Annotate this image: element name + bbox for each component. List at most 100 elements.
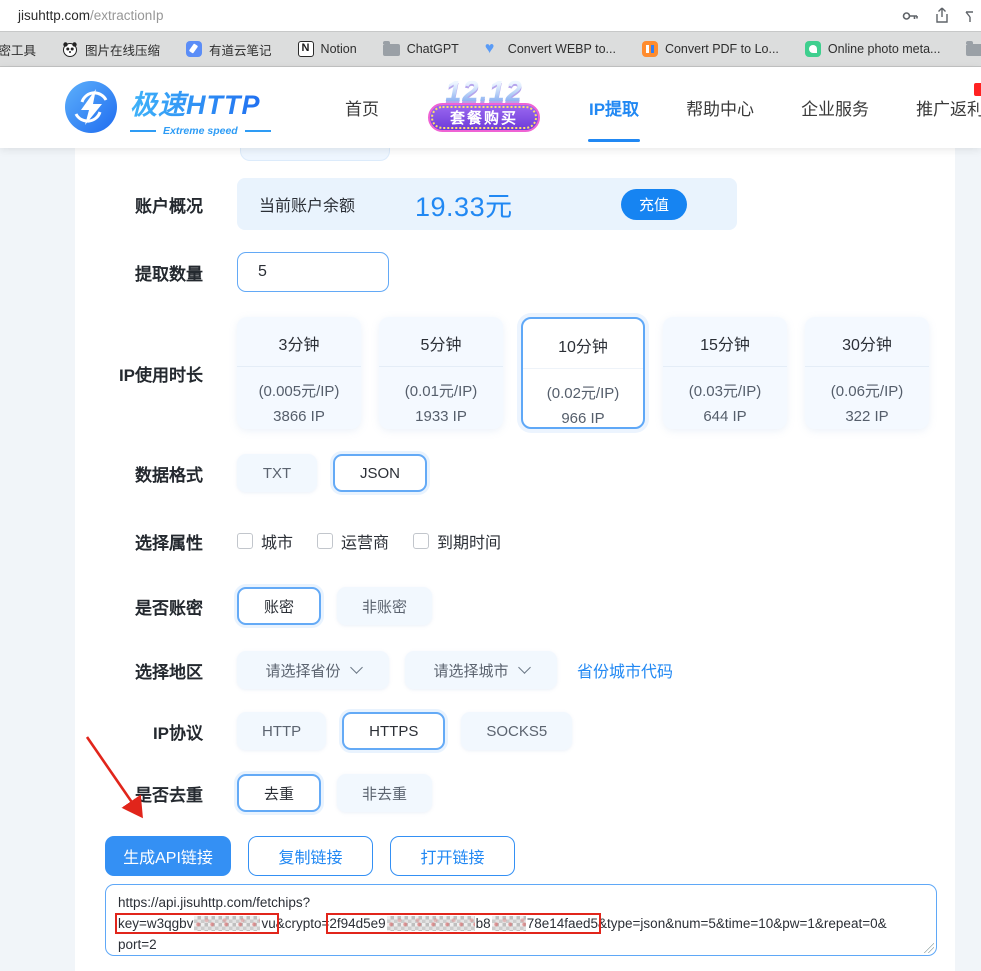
protocol-row: IP协议 HTTP HTTPS SOCKS5 (75, 711, 975, 751)
attributes-label: 选择属性 (135, 533, 203, 553)
auth-option-no-credentials[interactable]: 非账密 (337, 587, 433, 625)
folder-icon (382, 41, 400, 56)
dedupe-option-yes-selected[interactable]: 去重 (237, 774, 322, 812)
protocol-label: IP协议 (152, 723, 203, 743)
nav-referral[interactable]: 推广返利 (916, 95, 981, 120)
recharge-button[interactable]: 充值 (621, 188, 687, 220)
auth-label: 是否账密 (135, 598, 203, 618)
checkbox-icon (237, 533, 253, 549)
photo-meta-icon (804, 41, 821, 57)
copy-link-button[interactable]: 复制链接 (248, 836, 373, 876)
auth-option-credentials-selected[interactable]: 账密 (237, 587, 322, 625)
promo-date: 12.12 (445, 75, 523, 108)
format-option-json-selected[interactable]: JSON (333, 454, 428, 492)
account-row: 账户概况 当前账户余额 19.33元 充值 (75, 178, 975, 230)
bookmark-label: 加密工具 (0, 43, 37, 58)
clipped-field-above (240, 148, 390, 161)
censored-crypto-segment (491, 916, 526, 931)
duration-option-5min[interactable]: 5分钟 (0.01元/IP) 1933 IP (379, 317, 503, 429)
bookmark-item[interactable]: ChatGPT (382, 41, 459, 56)
bookmark-label: Convert WEBP to... (507, 42, 616, 56)
duration-option-10min-selected[interactable]: 10分钟 (0.02元/IP) 966 IP (521, 317, 645, 429)
protocol-option-http[interactable]: HTTP (237, 712, 327, 750)
province-city-code-link[interactable]: 省份城市代码 (577, 658, 673, 682)
redacted-crypto-highlight: 2f94d5e9 b8 78e14faed5 (326, 913, 602, 934)
panda-icon (62, 41, 78, 57)
bookmark-item[interactable]: Convert PDF to Lo... (641, 41, 779, 57)
checkbox-icon (413, 533, 430, 549)
chevron-down-icon (517, 661, 531, 674)
nav-ip-extract[interactable]: IP提取 (589, 95, 639, 120)
clipped-toolbar-icon[interactable] (965, 9, 973, 23)
province-select[interactable]: 请选择省份 (237, 651, 389, 689)
logo-lightning-icon (62, 78, 120, 141)
account-panel: 当前账户余额 19.33元 充值 (237, 178, 737, 230)
bookmark-item[interactable]: Convert WEBP to... (485, 41, 616, 57)
region-label: 选择地区 (135, 662, 203, 682)
bookmark-item[interactable]: 加密工具 (0, 40, 36, 59)
nav-help-center[interactable]: 帮助中心 (686, 95, 754, 120)
generate-api-link-button[interactable]: 生成API链接 (105, 836, 231, 876)
main-nav: 首页 12.12 套餐购买 IP提取 帮助中心 企业服务 推广返利 (345, 67, 981, 148)
resize-handle[interactable] (924, 943, 934, 953)
dedupe-option-no[interactable]: 非去重 (337, 774, 433, 812)
nav-home[interactable]: 首页 (345, 95, 379, 120)
duration-option-15min[interactable]: 15分钟 (0.03元/IP) 644 IP (663, 317, 787, 429)
api-url-output[interactable]: https://api.jisuhttp.com/fetchips? key=w… (105, 884, 937, 956)
balance-label: 当前账户余额 (259, 198, 356, 215)
auth-row: 是否账密 账密 非账密 (75, 586, 975, 626)
attribute-checkbox-expiry[interactable]: 到期时间 (413, 529, 501, 553)
pdf-converter-icon (641, 41, 658, 57)
account-label: 账户概况 (135, 196, 203, 216)
actions-row: 生成API链接 复制链接 打开链接 (105, 836, 981, 876)
format-label: 数据格式 (135, 465, 203, 485)
logo-subtitle: Extreme speed (130, 125, 271, 137)
logo-title: 极速HTTP (130, 83, 271, 122)
api-url-line2: key=w3qgbv vu&crypto=2f94d5e9 b8 78e14faed5… (115, 913, 887, 934)
screen: jisuhttp.com/extractionIp 加密工具 图片在线压缩 有道… (0, 0, 981, 971)
bookmark-label: ChatGPT (406, 42, 459, 56)
balance-value: 19.33元 (415, 191, 513, 222)
duration-option-3min[interactable]: 3分钟 (0.005元/IP) 3866 IP (237, 317, 361, 429)
city-select[interactable]: 请选择城市 (405, 651, 557, 689)
format-option-txt[interactable]: TXT (237, 454, 317, 492)
quantity-input[interactable] (237, 252, 389, 292)
duration-option-30min[interactable]: 30分钟 (0.06元/IP) 322 IP (805, 317, 929, 429)
browser-url-bar: jisuhttp.com/extractionIp (0, 0, 981, 31)
api-url-line3: port=2 (118, 937, 157, 952)
dedupe-row: 是否去重 去重 非去重 (75, 773, 975, 813)
bookmark-label: Convert PDF to Lo... (664, 42, 779, 56)
attribute-checkbox-carrier[interactable]: 运营商 (317, 529, 389, 553)
attribute-checkbox-city[interactable]: 城市 (237, 529, 293, 553)
format-row: 数据格式 TXT JSON (75, 453, 975, 493)
protocol-option-https-selected[interactable]: HTTPS (342, 712, 446, 750)
bookmark-item[interactable]: 图片在线压缩 (62, 40, 160, 59)
open-link-button[interactable]: 打开链接 (390, 836, 515, 876)
attributes-row: 选择属性 城市 运营商 到期时间 (75, 524, 975, 558)
censored-key-segment (194, 916, 261, 931)
url-path: /extractionIp (90, 8, 164, 23)
folder-icon (966, 41, 981, 56)
site-logo[interactable]: 极速HTTP Extreme speed (62, 78, 271, 141)
redacted-key-highlight: key=w3qgbv vu (115, 913, 279, 934)
promo-12-12-badge[interactable]: 12.12 套餐购买 (426, 77, 542, 143)
bookmark-label: Online photo meta... (827, 42, 941, 56)
heart-icon (485, 41, 501, 57)
share-icon[interactable] (935, 7, 949, 24)
protocol-option-socks5[interactable]: SOCKS5 (461, 712, 573, 750)
quantity-row: 提取数量 (75, 252, 975, 292)
address-bar[interactable]: jisuhttp.com/extractionIp (18, 8, 164, 23)
censored-crypto-segment (386, 916, 475, 931)
bookmark-item[interactable]: 有道云笔记 (186, 40, 272, 59)
nav-enterprise[interactable]: 企业服务 (801, 95, 869, 120)
bookmark-label: Notion (320, 42, 357, 56)
nav-red-badge (974, 83, 981, 96)
password-key-icon[interactable] (902, 10, 919, 22)
bookmark-label: 图片在线压缩 (85, 43, 161, 58)
quantity-label: 提取数量 (135, 264, 203, 284)
bookmark-item[interactable]: Relakkes (966, 41, 981, 56)
youdao-note-icon (186, 41, 203, 57)
bookmark-item[interactable]: Online photo meta... (804, 41, 941, 57)
checkbox-icon (317, 533, 334, 549)
bookmark-item[interactable]: Notion (297, 41, 357, 57)
